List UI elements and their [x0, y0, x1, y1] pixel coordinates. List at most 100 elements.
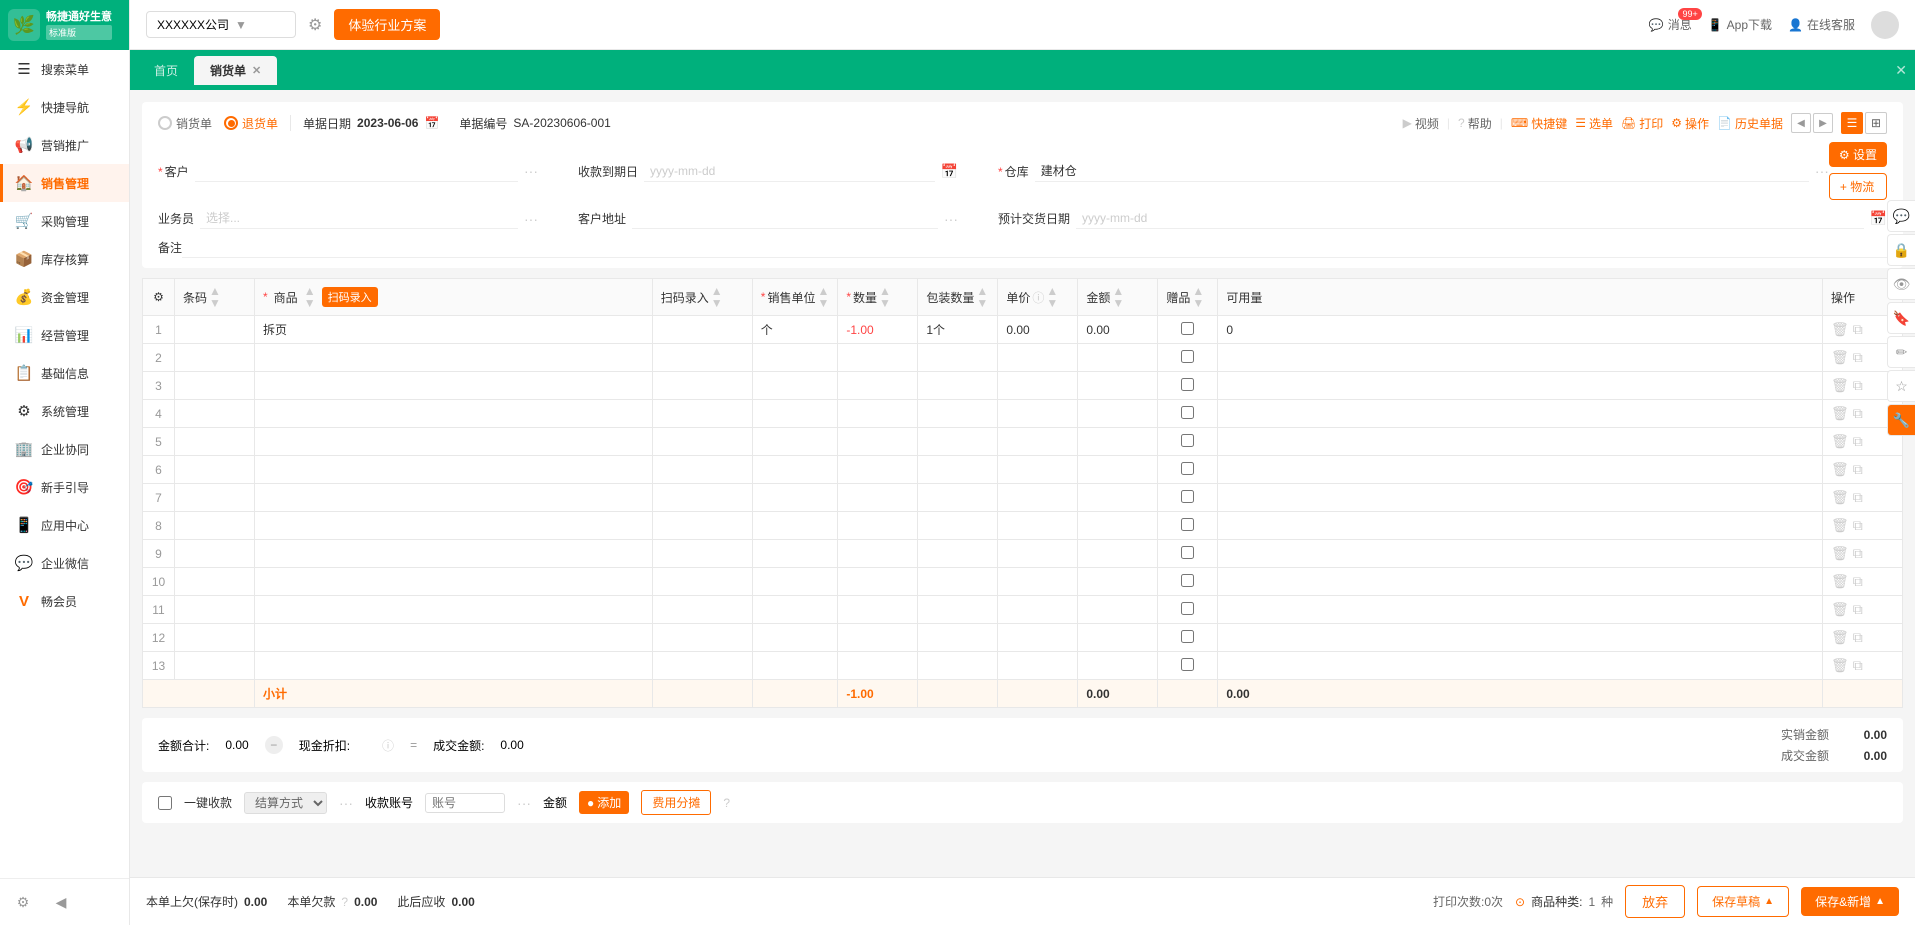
- row-pkg-2[interactable]: [918, 344, 998, 372]
- row-price-11[interactable]: [998, 596, 1078, 624]
- row-unit-7[interactable]: [752, 484, 838, 512]
- shortcut-btn[interactable]: ⌨ 快捷键: [1511, 115, 1567, 132]
- delete-icon-3[interactable]: 🗑: [1831, 377, 1849, 394]
- row-barcode-13[interactable]: [175, 652, 255, 680]
- row-product-9[interactable]: [255, 540, 653, 568]
- row-unit-4[interactable]: [752, 400, 838, 428]
- row-amount-1[interactable]: 0.00: [1078, 316, 1158, 344]
- row-unit-9[interactable]: [752, 540, 838, 568]
- delete-icon-5[interactable]: 🗑: [1831, 433, 1849, 450]
- delete-icon-11[interactable]: 🗑: [1831, 601, 1849, 618]
- delete-icon-9[interactable]: 🗑: [1831, 545, 1849, 562]
- row-price-1[interactable]: 0.00: [998, 316, 1078, 344]
- abandon-button[interactable]: 放弃: [1625, 885, 1685, 918]
- row-pkg-8[interactable]: [918, 512, 998, 540]
- copy-icon-3[interactable]: ⧉: [1853, 377, 1863, 394]
- row-product-2[interactable]: [255, 344, 653, 372]
- right-panel-star-icon[interactable]: ☆: [1887, 370, 1915, 402]
- customer-dots[interactable]: ···: [524, 163, 538, 179]
- sidebar-item-inventory[interactable]: 📦 库存核算: [0, 240, 129, 278]
- row-barcode-6[interactable]: [175, 456, 255, 484]
- save-draft-button[interactable]: 保存草稿 ▲: [1697, 886, 1789, 917]
- row-qty-7[interactable]: [838, 484, 918, 512]
- row-qty-8[interactable]: [838, 512, 918, 540]
- company-select[interactable]: XXXXXX公司 ▼: [146, 11, 296, 38]
- row-product-7[interactable]: [255, 484, 653, 512]
- payment-help-icon[interactable]: ?: [723, 796, 730, 810]
- sidebar-item-app-center[interactable]: 📱 应用中心: [0, 506, 129, 544]
- print-btn[interactable]: 🖨 打印: [1621, 115, 1663, 132]
- settlement-select[interactable]: 结算方式: [244, 792, 327, 814]
- tab-sales-order[interactable]: 销货单 ✕: [194, 56, 277, 85]
- customer-input[interactable]: [195, 161, 518, 182]
- radio-sales[interactable]: 销货单: [158, 115, 212, 132]
- video-btn[interactable]: ▶ 视频: [1403, 115, 1439, 132]
- sidebar-item-quick-nav[interactable]: ⚡ 快捷导航: [0, 88, 129, 126]
- row-barcode-4[interactable]: [175, 400, 255, 428]
- row-amount-4[interactable]: [1078, 400, 1158, 428]
- row-price-8[interactable]: [998, 512, 1078, 540]
- row-barcode-5[interactable]: [175, 428, 255, 456]
- copy-icon-12[interactable]: ⧉: [1853, 629, 1863, 646]
- row-amount-5[interactable]: [1078, 428, 1158, 456]
- th-spec-sort[interactable]: ▲▼: [711, 285, 723, 309]
- row-barcode-10[interactable]: [175, 568, 255, 596]
- row-gift-12[interactable]: [1158, 624, 1218, 652]
- row-amount-3[interactable]: [1078, 372, 1158, 400]
- trial-button[interactable]: 体验行业方案: [334, 9, 440, 40]
- row-pkg-12[interactable]: [918, 624, 998, 652]
- row-barcode-9[interactable]: [175, 540, 255, 568]
- calendar-icon[interactable]: 📅: [424, 116, 439, 130]
- th-qty-sort[interactable]: ▲▼: [879, 285, 891, 309]
- price-info-icon[interactable]: ⓘ: [1032, 289, 1044, 306]
- help-btn[interactable]: ? 帮助: [1458, 115, 1492, 132]
- row-pkg-9[interactable]: [918, 540, 998, 568]
- minus-icon[interactable]: −: [265, 736, 283, 754]
- avatar[interactable]: [1871, 11, 1899, 39]
- row-qty-5[interactable]: [838, 428, 918, 456]
- sidebar-item-basic-info[interactable]: 📋 基础信息: [0, 354, 129, 392]
- row-product-5[interactable]: [255, 428, 653, 456]
- row-spec-13[interactable]: [652, 652, 752, 680]
- row-pkg-13[interactable]: [918, 652, 998, 680]
- row-barcode-12[interactable]: [175, 624, 255, 652]
- add-payment-button[interactable]: ● 添加: [579, 791, 629, 814]
- row-amount-13[interactable]: [1078, 652, 1158, 680]
- delete-icon-4[interactable]: 🗑: [1831, 405, 1849, 422]
- row-pkg-4[interactable]: [918, 400, 998, 428]
- row-pkg-5[interactable]: [918, 428, 998, 456]
- salesperson-dots[interactable]: ···: [524, 211, 538, 227]
- row-price-2[interactable]: [998, 344, 1078, 372]
- history-btn[interactable]: 📄 历史单据: [1717, 115, 1783, 132]
- row-product-8[interactable]: [255, 512, 653, 540]
- collapse-btn[interactable]: ◀: [46, 887, 76, 917]
- sidebar-item-search-order[interactable]: ☰ 搜索菜单: [0, 50, 129, 88]
- message-item[interactable]: 💬 消息 99+: [1649, 16, 1692, 33]
- account-dots[interactable]: ···: [517, 795, 531, 811]
- row-price-10[interactable]: [998, 568, 1078, 596]
- row-spec-3[interactable]: [652, 372, 752, 400]
- row-amount-8[interactable]: [1078, 512, 1158, 540]
- logistics-button[interactable]: + 物流: [1829, 173, 1887, 200]
- row-gift-3[interactable]: [1158, 372, 1218, 400]
- row-spec-9[interactable]: [652, 540, 752, 568]
- row-qty-1[interactable]: -1.00: [838, 316, 918, 344]
- row-qty-4[interactable]: [838, 400, 918, 428]
- row-price-13[interactable]: [998, 652, 1078, 680]
- row-gift-5[interactable]: [1158, 428, 1218, 456]
- delete-icon-7[interactable]: 🗑: [1831, 489, 1849, 506]
- warehouse-input[interactable]: [1035, 161, 1809, 182]
- online-service-item[interactable]: 👤 在线客服: [1788, 16, 1855, 33]
- table-scroll[interactable]: ⚙ 条码 ▲▼ *商品 ▲▼: [142, 278, 1903, 708]
- row-qty-12[interactable]: [838, 624, 918, 652]
- copy-icon-5[interactable]: ⧉: [1853, 433, 1863, 450]
- row-spec-1[interactable]: [652, 316, 752, 344]
- row-unit-12[interactable]: [752, 624, 838, 652]
- th-price-sort[interactable]: ▲▼: [1046, 285, 1058, 309]
- sidebar-item-purchase-mgmt[interactable]: 🛒 采购管理: [0, 202, 129, 240]
- row-unit-8[interactable]: [752, 512, 838, 540]
- copy-icon-6[interactable]: ⧉: [1853, 461, 1863, 478]
- row-pkg-1[interactable]: 1个: [918, 316, 998, 344]
- row-price-7[interactable]: [998, 484, 1078, 512]
- row-gift-2[interactable]: [1158, 344, 1218, 372]
